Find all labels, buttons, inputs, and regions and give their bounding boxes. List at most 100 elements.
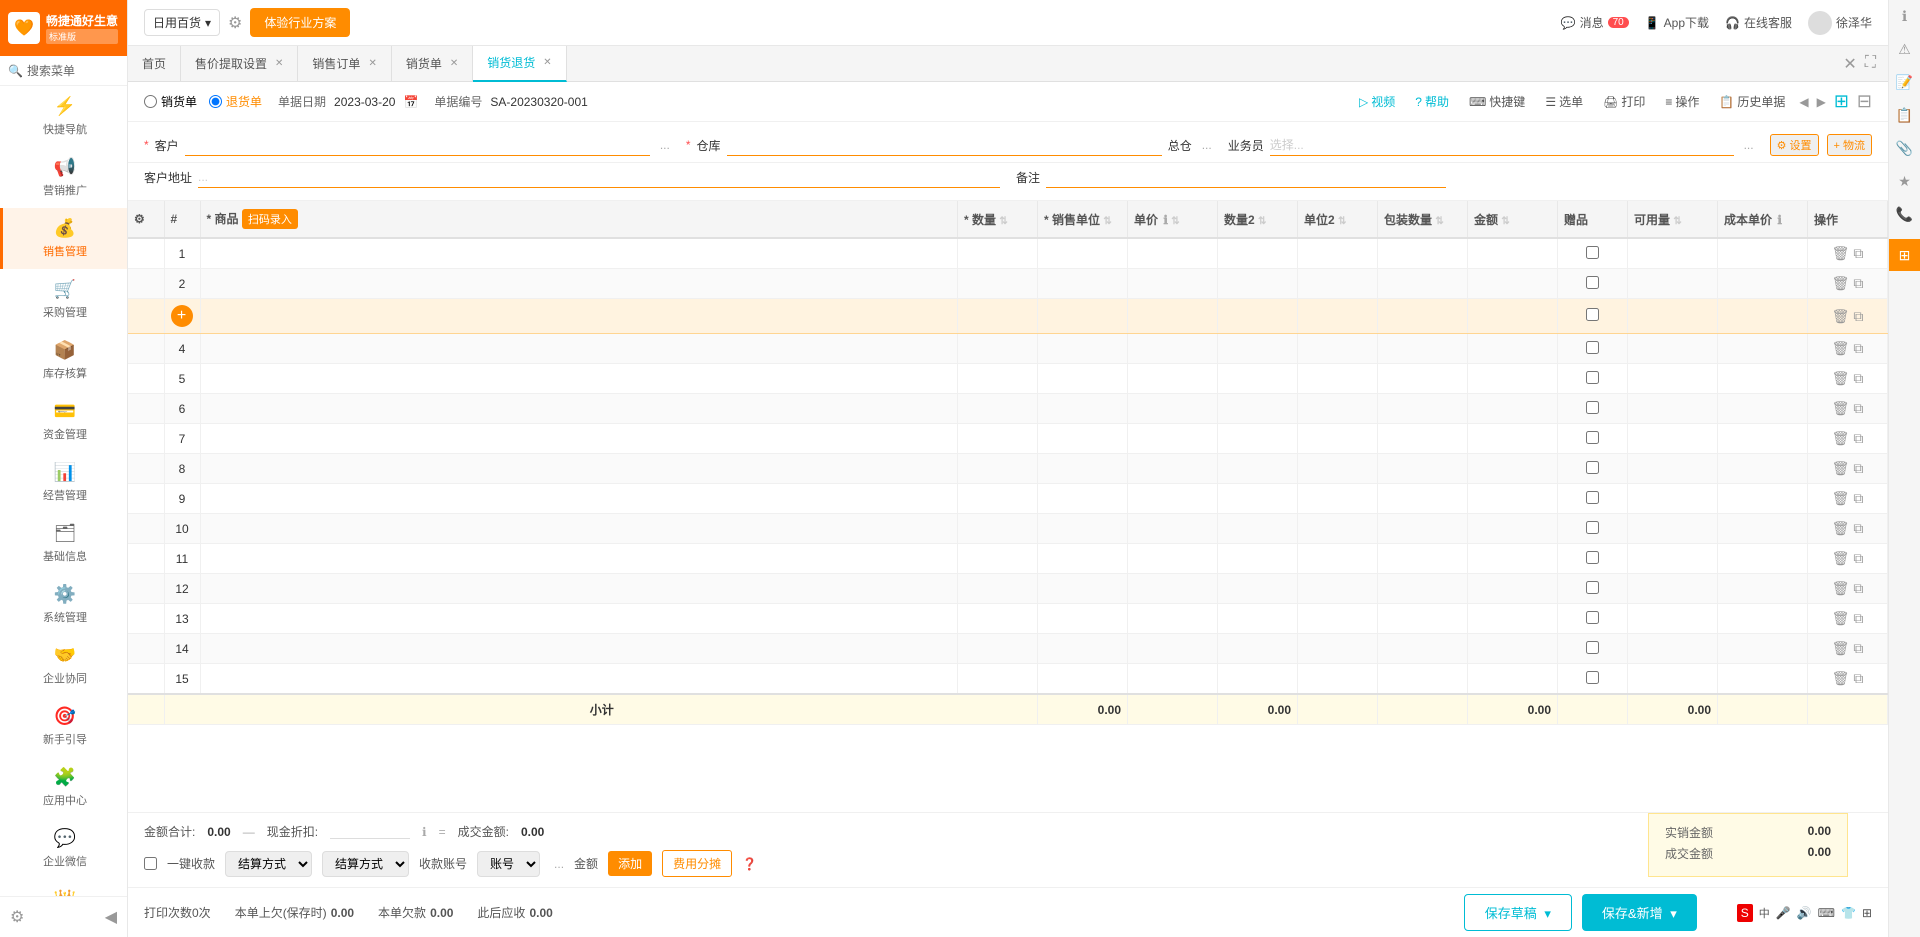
radio-return[interactable]: 退货单	[209, 93, 262, 110]
sidebar-item-newbie[interactable]: 🎯 新手引导	[0, 696, 127, 757]
rs-phone-icon[interactable]: 📞	[1896, 206, 1913, 223]
gift-checkbox-4[interactable]	[1586, 341, 1599, 354]
industry-select[interactable]: 日用百货 ▾	[144, 9, 220, 36]
row-copy-1[interactable]: ⧉	[1853, 245, 1863, 262]
sidebar-item-operation[interactable]: 📊 经营管理	[0, 452, 127, 513]
sidebar-item-wechat[interactable]: 💬 企业微信	[0, 818, 127, 879]
row-copy-9[interactable]: ⧉	[1853, 490, 1863, 507]
tab-home[interactable]: 首页	[128, 46, 181, 82]
row-delete-12[interactable]: 🗑	[1832, 580, 1850, 597]
rs-log-icon[interactable]: 📋	[1896, 107, 1913, 124]
row-product-15[interactable]	[200, 664, 958, 695]
add-row-btn[interactable]: +	[171, 305, 193, 327]
warehouse-dots[interactable]: ...	[1202, 138, 1212, 152]
row-product-8[interactable]	[200, 454, 958, 484]
row-delete-11[interactable]: 🗑	[1832, 550, 1850, 567]
calendar-icon[interactable]: 📅	[403, 95, 418, 109]
warehouse-input[interactable]	[727, 135, 1162, 156]
select-btn[interactable]: ☰ 选单	[1539, 90, 1589, 113]
save-new-btn[interactable]: 保存&新增 ▾	[1582, 894, 1697, 931]
gift-checkbox-13[interactable]	[1586, 611, 1599, 624]
row-gift-11[interactable]	[1558, 544, 1628, 574]
gift-checkbox-14[interactable]	[1586, 641, 1599, 654]
save-new-dropdown-icon[interactable]: ▾	[1670, 906, 1677, 921]
sidebar-item-finance[interactable]: 💳 资金管理	[0, 391, 127, 452]
user-item[interactable]: 徐泽华	[1808, 11, 1872, 35]
row-delete-7[interactable]: 🗑	[1832, 430, 1850, 447]
tab-price-close[interactable]: ✕	[275, 58, 283, 69]
customer-input[interactable]	[185, 135, 650, 156]
row-product-4[interactable]	[200, 334, 958, 364]
rs-attachment-icon[interactable]: 📎	[1896, 140, 1913, 157]
gift-checkbox-1[interactable]	[1586, 246, 1599, 259]
topbar-gear-icon[interactable]: ⚙	[228, 13, 242, 33]
gift-checkbox-3[interactable]	[1586, 308, 1599, 321]
sidebar-item-enterprise[interactable]: 🤝 企业协同	[0, 635, 127, 696]
row-gift-15[interactable]	[1558, 664, 1628, 695]
row-copy-3[interactable]: ⧉	[1853, 308, 1863, 325]
online-service-item[interactable]: 🎧 在线客服	[1725, 14, 1792, 31]
product-input-9[interactable]	[207, 492, 952, 506]
product-input-5[interactable]	[207, 372, 952, 386]
gift-checkbox-2[interactable]	[1586, 276, 1599, 289]
sidebar-item-member[interactable]: 👑 畅会员	[0, 879, 127, 896]
qty-sort-icon[interactable]: ⇅	[999, 216, 1007, 227]
calc-method-select[interactable]: 结算方式	[225, 851, 312, 877]
row-gift-9[interactable]	[1558, 484, 1628, 514]
fee-btn[interactable]: 费用分摊	[662, 850, 732, 877]
product-input-11[interactable]	[207, 552, 952, 566]
product-input-2[interactable]	[207, 277, 952, 291]
row-product-3[interactable]	[200, 299, 958, 334]
product-input-7[interactable]	[207, 432, 952, 446]
product-input-1[interactable]	[207, 247, 952, 261]
sidebar-item-inventory[interactable]: 📦 库存核算	[0, 330, 127, 391]
radio-sale[interactable]: 销货单	[144, 93, 197, 110]
gift-checkbox-5[interactable]	[1586, 371, 1599, 384]
tab-sales-return-close[interactable]: ✕	[543, 57, 551, 68]
row-gift-14[interactable]	[1558, 634, 1628, 664]
gift-checkbox-6[interactable]	[1586, 401, 1599, 414]
row-gift-7[interactable]	[1558, 424, 1628, 454]
row-gift-12[interactable]	[1558, 574, 1628, 604]
tab-price-settings[interactable]: 售价提取设置 ✕	[181, 46, 298, 82]
row-product-1[interactable]	[200, 238, 958, 269]
rs-active-icon[interactable]: ⊞	[1889, 239, 1920, 271]
settings-btn[interactable]: ⚙ 设置	[1770, 134, 1819, 156]
sidebar-item-basics[interactable]: 🗂 基础信息	[0, 513, 127, 574]
row-product-9[interactable]	[200, 484, 958, 514]
tab-sales-order[interactable]: 销售订单 ✕	[298, 46, 391, 82]
price-sort-icon[interactable]: ⇅	[1171, 216, 1179, 227]
rs-info-icon[interactable]: ℹ	[1902, 8, 1907, 25]
row-gift-13[interactable]	[1558, 604, 1628, 634]
video-btn[interactable]: ▷ 视频	[1353, 90, 1401, 113]
product-input-4[interactable]	[207, 342, 952, 356]
maximize-tab-icon[interactable]: ⛶	[1861, 52, 1880, 76]
row-product-7[interactable]	[200, 424, 958, 454]
qty2-sort-icon[interactable]: ⇅	[1258, 216, 1266, 227]
message-item[interactable]: 💬 消息 70	[1561, 14, 1629, 31]
radio-sale-input[interactable]	[144, 95, 157, 108]
tab-sales-delivery-close[interactable]: ✕	[450, 58, 458, 69]
available-sort-icon[interactable]: ⇅	[1673, 216, 1681, 227]
unit2-sort-icon[interactable]: ⇅	[1338, 216, 1346, 227]
gift-checkbox-7[interactable]	[1586, 431, 1599, 444]
save-draft-btn[interactable]: 保存草稿 ▾	[1464, 894, 1572, 931]
row-product-12[interactable]	[200, 574, 958, 604]
amount-sort-icon[interactable]: ⇅	[1501, 216, 1509, 227]
gift-checkbox-8[interactable]	[1586, 461, 1599, 474]
shortcut-btn[interactable]: ⌨ 快捷键	[1463, 90, 1531, 113]
app-download-item[interactable]: 📱 App下载	[1645, 14, 1709, 31]
history-btn[interactable]: 📋 历史单据	[1713, 90, 1791, 113]
row-product-6[interactable]	[200, 394, 958, 424]
row-copy-8[interactable]: ⧉	[1853, 460, 1863, 477]
customer-dots[interactable]: ...	[660, 138, 670, 152]
row-copy-13[interactable]: ⧉	[1853, 610, 1863, 627]
settings-bottom-icon[interactable]: ⚙	[10, 907, 24, 927]
row-gift-3[interactable]	[1558, 299, 1628, 334]
row-product-2[interactable]	[200, 269, 958, 299]
row-gift-4[interactable]	[1558, 334, 1628, 364]
row-copy-7[interactable]: ⧉	[1853, 430, 1863, 447]
account-dots[interactable]: ...	[554, 857, 564, 871]
grid-view-icon[interactable]: ⊟	[1857, 91, 1872, 112]
row-delete-8[interactable]: 🗑	[1832, 460, 1850, 477]
